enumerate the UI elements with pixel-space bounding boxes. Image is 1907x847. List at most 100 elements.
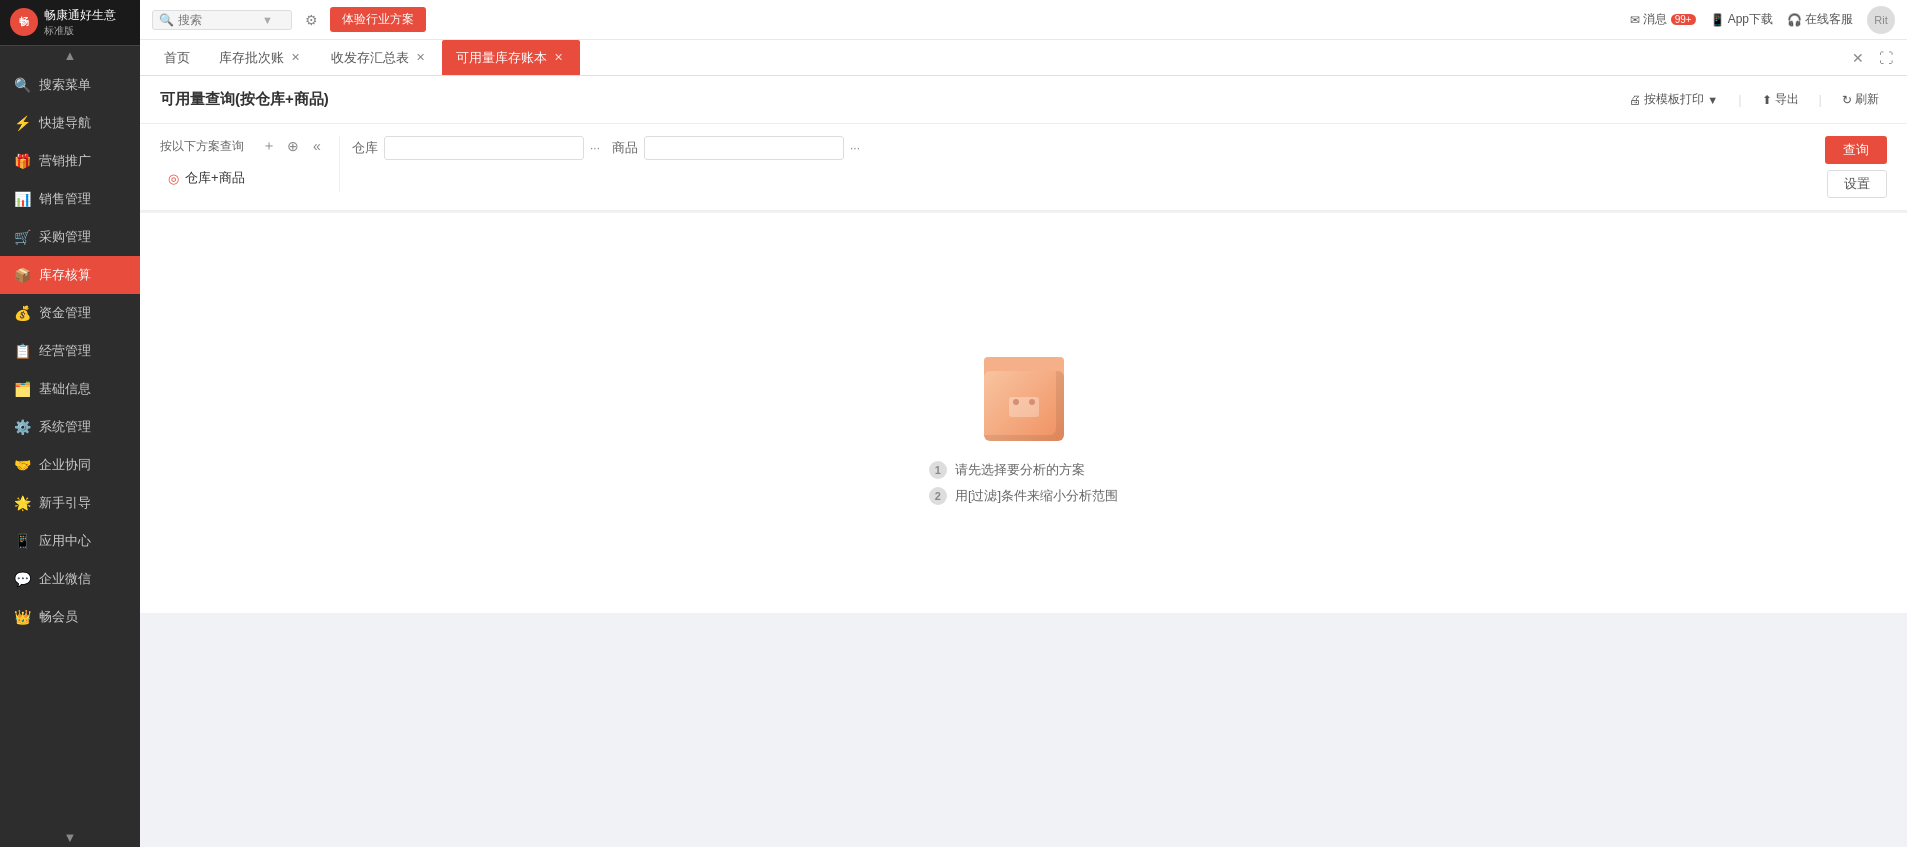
scheme-item-warehouse-goods[interactable]: ◎ 仓库+商品 — [160, 164, 327, 192]
filter-field-goods: 商品 ··· — [612, 136, 860, 160]
sidebar-item-wechat[interactable]: 💬 企业微信 — [0, 560, 140, 598]
add-scheme-icon[interactable]: ＋ — [259, 136, 279, 156]
messages-badge: 99+ — [1671, 14, 1696, 25]
sidebar-item-cooperation[interactable]: 🤝 企业协同 — [0, 446, 140, 484]
hint-num-1: 1 — [929, 461, 947, 479]
money-icon: 💰 — [14, 305, 31, 321]
tab-available-qty[interactable]: 可用量库存账本 ✕ — [442, 40, 580, 75]
topbar-right-actions: ✉ 消息 99+ 📱 App下载 🎧 在线客服 Rit — [1630, 6, 1895, 34]
refresh-icon: ↻ — [1842, 93, 1852, 107]
sidebar-item-purchase[interactable]: 🛒 采购管理 — [0, 218, 140, 256]
sidebar-brand: 畅康通好生意 标准版 — [44, 8, 116, 37]
empty-hint-1: 1 请先选择要分析的方案 — [929, 461, 1118, 479]
page-header-actions: 🖨 按模板打印 ▼ | ⬆ 导出 | ↻ 刷新 — [1621, 88, 1887, 111]
tab-batch-ledger[interactable]: 库存批次账 ✕ — [205, 40, 317, 75]
sidebar-item-members[interactable]: 👑 畅会员 — [0, 598, 140, 636]
user-avatar[interactable]: Rit — [1867, 6, 1895, 34]
crown-icon: 👑 — [14, 609, 31, 625]
empty-hint-2: 2 用[过滤]条件来缩小分析范围 — [929, 487, 1118, 505]
goods-more-icon[interactable]: ··· — [850, 141, 860, 155]
industry-solution-button[interactable]: 体验行业方案 — [330, 7, 426, 32]
sidebar-item-shortcut[interactable]: ⚡ 快捷导航 — [0, 104, 140, 142]
star-icon: 🌟 — [14, 495, 31, 511]
sidebar-logo: 畅 — [10, 8, 38, 36]
messages-button[interactable]: ✉ 消息 99+ — [1630, 11, 1696, 28]
refresh-button[interactable]: ↻ 刷新 — [1834, 88, 1887, 111]
phone-icon: 📱 — [14, 533, 31, 549]
tabbar-close-all: ✕ ⛶ — [1847, 47, 1897, 69]
sidebar-item-apps[interactable]: 📱 应用中心 — [0, 522, 140, 560]
collapse-icon[interactable]: « — [307, 136, 327, 156]
sidebar-item-marketing[interactable]: 🎁 营销推广 — [0, 142, 140, 180]
sidebar-scroll-down[interactable]: ▼ — [0, 827, 140, 847]
folder-icon: 🗂️ — [14, 381, 31, 397]
handshake-icon: 🤝 — [14, 457, 31, 473]
search-icon: 🔍 — [159, 13, 174, 27]
tabbar: 首页 库存批次账 ✕ 收发存汇总表 ✕ 可用量库存账本 ✕ ✕ ⛶ — [140, 40, 1907, 76]
export-icon: ⬆ — [1762, 93, 1772, 107]
filter-scheme-panel: 按以下方案查询 ＋ ⊕ « ◎ 仓库+商品 — [160, 136, 340, 192]
topbar-search-box[interactable]: 🔍 ▼ — [152, 10, 292, 30]
close-tab-recv-summary[interactable]: ✕ — [413, 51, 427, 65]
box-face — [1009, 397, 1039, 417]
tab-recv-summary[interactable]: 收发存汇总表 ✕ — [317, 40, 442, 75]
maximize-button[interactable]: ⛶ — [1875, 47, 1897, 69]
filter-area: 按以下方案查询 ＋ ⊕ « ◎ 仓库+商品 仓库 ··· — [140, 124, 1907, 211]
close-tab-batch-ledger[interactable]: ✕ — [288, 51, 302, 65]
sidebar-scroll-up[interactable]: ▲ — [0, 46, 140, 66]
sidebar-item-finance[interactable]: 💰 资金管理 — [0, 294, 140, 332]
gift-icon: 🎁 — [14, 153, 31, 169]
chevron-down-icon[interactable]: ▼ — [262, 14, 273, 26]
cart-icon: 🛒 — [14, 229, 31, 245]
sidebar-header: 畅 畅康通好生意 标准版 — [0, 0, 140, 46]
warehouse-scheme-icon: ◎ — [168, 171, 179, 186]
warehouse-more-icon[interactable]: ··· — [590, 141, 600, 155]
print-icon: 🖨 — [1629, 93, 1641, 107]
sidebar-item-inventory[interactable]: 📦 库存核算 — [0, 256, 140, 294]
search-input[interactable] — [178, 13, 258, 27]
sidebar-item-sales[interactable]: 📊 销售管理 — [0, 180, 140, 218]
query-button[interactable]: 查询 — [1825, 136, 1887, 164]
settings-scheme-icon[interactable]: ⊕ — [283, 136, 303, 156]
gear-icon: ⚙️ — [14, 419, 31, 435]
phone-icon: 📱 — [1710, 13, 1725, 27]
app-download-button[interactable]: 📱 App下载 — [1710, 11, 1773, 28]
empty-illustration — [964, 321, 1084, 441]
print-template-button[interactable]: 🖨 按模板打印 ▼ — [1621, 88, 1726, 111]
filter-scheme-header: 按以下方案查询 ＋ ⊕ « — [160, 136, 327, 156]
tab-home[interactable]: 首页 — [150, 40, 205, 75]
filter-actions: 查询 设置 — [1825, 136, 1887, 198]
content-area: 可用量查询(按仓库+商品) 🖨 按模板打印 ▼ | ⬆ 导出 | ↻ 刷新 — [140, 76, 1907, 847]
settings-icon[interactable]: ⚙ — [300, 9, 322, 31]
topbar: 🔍 ▼ ⚙ 体验行业方案 ✉ 消息 99+ 📱 App下载 🎧 在线客服 — [140, 0, 1907, 40]
chat-icon: 💬 — [14, 571, 31, 587]
main-area: 🔍 ▼ ⚙ 体验行业方案 ✉ 消息 99+ 📱 App下载 🎧 在线客服 — [140, 0, 1907, 847]
sidebar-item-guide[interactable]: 🌟 新手引导 — [0, 484, 140, 522]
sidebar-nav: 🔍 搜索菜单 ⚡ 快捷导航 🎁 营销推广 📊 销售管理 🛒 采购管理 📦 库存核… — [0, 66, 140, 827]
export-button[interactable]: ⬆ 导出 — [1754, 88, 1807, 111]
chart-icon: 📊 — [14, 191, 31, 207]
box-icon: 📦 — [14, 267, 31, 283]
hint-num-2: 2 — [929, 487, 947, 505]
setting-button[interactable]: 设置 — [1827, 170, 1887, 198]
headset-icon: 🎧 — [1787, 13, 1802, 27]
page-title: 可用量查询(按仓库+商品) — [160, 90, 329, 109]
sidebar: 畅 畅康通好生意 标准版 ▲ 🔍 搜索菜单 ⚡ 快捷导航 🎁 营销推广 📊 销售… — [0, 0, 140, 847]
sidebar-item-search[interactable]: 🔍 搜索菜单 — [0, 66, 140, 104]
sidebar-item-system[interactable]: ⚙️ 系统管理 — [0, 408, 140, 446]
warehouse-input[interactable] — [384, 136, 584, 160]
shortcut-icon: ⚡ — [14, 115, 31, 131]
empty-state: 1 请先选择要分析的方案 2 用[过滤]条件来缩小分析范围 — [140, 213, 1907, 613]
close-all-tabs-button[interactable]: ✕ — [1847, 47, 1869, 69]
goods-input[interactable] — [644, 136, 844, 160]
close-tab-available-qty[interactable]: ✕ — [551, 51, 565, 65]
sidebar-item-basic[interactable]: 🗂️ 基础信息 — [0, 370, 140, 408]
chevron-down-icon: ▼ — [1707, 94, 1718, 106]
filter-fields: 仓库 ··· 商品 ··· — [352, 136, 1813, 160]
empty-hints: 1 请先选择要分析的方案 2 用[过滤]条件来缩小分析范围 — [929, 461, 1118, 505]
online-service-button[interactable]: 🎧 在线客服 — [1787, 11, 1853, 28]
sidebar-item-operation[interactable]: 📋 经营管理 — [0, 332, 140, 370]
filter-scheme-actions: ＋ ⊕ « — [259, 136, 327, 156]
search-icon: 🔍 — [14, 77, 31, 93]
avatar: Rit — [1867, 6, 1895, 34]
